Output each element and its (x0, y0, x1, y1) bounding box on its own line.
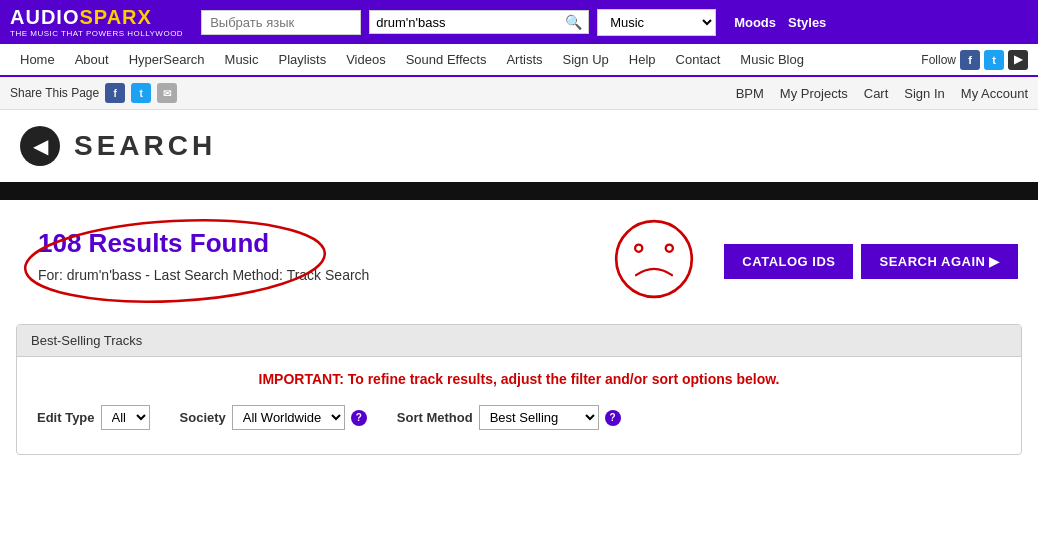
main-nav: Home About HyperSearch Music Playlists V… (0, 44, 1038, 77)
nav-home[interactable]: Home (10, 44, 65, 75)
utility-bar: Share This Page f t ✉ BPM My Projects Ca… (0, 77, 1038, 110)
nav-help[interactable]: Help (619, 44, 666, 75)
svg-point-3 (666, 245, 673, 252)
best-selling-header: Best-Selling Tracks (17, 325, 1021, 357)
society-group: Society All Worldwide ? (180, 405, 367, 430)
sign-in-link[interactable]: Sign In (904, 86, 944, 101)
follow-label: Follow (921, 53, 956, 67)
sort-method-select[interactable]: Best Selling (479, 405, 599, 430)
search-input[interactable] (376, 15, 565, 30)
back-button[interactable]: ◀ (20, 126, 60, 166)
language-select[interactable] (201, 10, 361, 35)
styles-link[interactable]: Styles (788, 15, 826, 30)
svg-point-1 (617, 221, 693, 297)
follow-area: Follow f t ▶ (921, 50, 1028, 70)
society-select[interactable]: All Worldwide (232, 405, 345, 430)
nav-signup[interactable]: Sign Up (553, 44, 619, 75)
share-facebook-icon[interactable]: f (105, 83, 125, 103)
share-area: Share This Page f t ✉ (10, 83, 736, 103)
nav-artists[interactable]: Artists (496, 44, 552, 75)
nav-playlists[interactable]: Playlists (269, 44, 337, 75)
filter-row: Edit Type All Society All Worldwide ? So… (17, 397, 1021, 438)
search-box: 🔍 (369, 10, 589, 34)
sad-face (594, 214, 714, 304)
main-nav-links: Home About HyperSearch Music Playlists V… (10, 44, 921, 75)
sort-method-label: Sort Method (397, 410, 473, 425)
results-area: 108 Results Found For: drum'n'bass - Las… (20, 214, 584, 301)
share-email-icon[interactable]: ✉ (157, 83, 177, 103)
twitter-icon[interactable]: t (984, 50, 1004, 70)
top-bar: AUDIOSPARX THE MUSIC THAT POWERS HOLLYWO… (0, 0, 1038, 44)
nav-contact[interactable]: Contact (666, 44, 731, 75)
bpm-link[interactable]: BPM (736, 86, 764, 101)
cart-link[interactable]: Cart (864, 86, 889, 101)
results-detail: For: drum'n'bass - Last Search Method: T… (30, 263, 377, 291)
logo-subtitle: THE MUSIC THAT POWERS HOLLYWOOD (10, 29, 183, 38)
search-heading: ◀ SEARCH (0, 110, 1038, 182)
search-again-button[interactable]: SEARCH AGAIN ▶ (861, 244, 1018, 279)
logo: AUDIOSPARX THE MUSIC THAT POWERS HOLLYWO… (10, 6, 183, 38)
search-button[interactable]: 🔍 (565, 14, 582, 30)
share-twitter-icon[interactable]: t (131, 83, 151, 103)
nav-hypersearch[interactable]: HyperSearch (119, 44, 215, 75)
nav-about[interactable]: About (65, 44, 119, 75)
results-actions: CATALOG IDS SEARCH AGAIN ▶ (724, 214, 1018, 279)
youtube-icon[interactable]: ▶ (1008, 50, 1028, 70)
nav-sound-effects[interactable]: Sound Effects (396, 44, 497, 75)
top-nav-links: Moods Styles (734, 15, 826, 30)
facebook-icon[interactable]: f (960, 50, 980, 70)
important-message: IMPORTANT: To refine track results, adju… (17, 357, 1021, 397)
edit-type-select[interactable]: All (101, 405, 150, 430)
catalog-ids-button[interactable]: CATALOG IDS (724, 244, 853, 279)
my-projects-link[interactable]: My Projects (780, 86, 848, 101)
page-title: SEARCH (74, 130, 216, 162)
nav-videos[interactable]: Videos (336, 44, 396, 75)
society-label: Society (180, 410, 226, 425)
nav-music[interactable]: Music (215, 44, 269, 75)
results-found: 108 Results Found (30, 224, 377, 263)
edit-type-label: Edit Type (37, 410, 95, 425)
my-account-link[interactable]: My Account (961, 86, 1028, 101)
util-links: BPM My Projects Cart Sign In My Account (736, 86, 1028, 101)
moods-link[interactable]: Moods (734, 15, 776, 30)
svg-point-2 (635, 245, 642, 252)
edit-type-group: Edit Type All (37, 405, 150, 430)
black-bar (0, 182, 1038, 200)
sort-method-group: Sort Method Best Selling ? (397, 405, 621, 430)
society-help-icon[interactable]: ? (351, 410, 367, 426)
share-label: Share This Page (10, 86, 99, 100)
nav-music-blog[interactable]: Music Blog (730, 44, 814, 75)
best-selling-section: Best-Selling Tracks IMPORTANT: To refine… (16, 324, 1022, 455)
sort-method-help-icon[interactable]: ? (605, 410, 621, 426)
category-dropdown[interactable]: Music Sound Effects Artists (597, 9, 716, 36)
